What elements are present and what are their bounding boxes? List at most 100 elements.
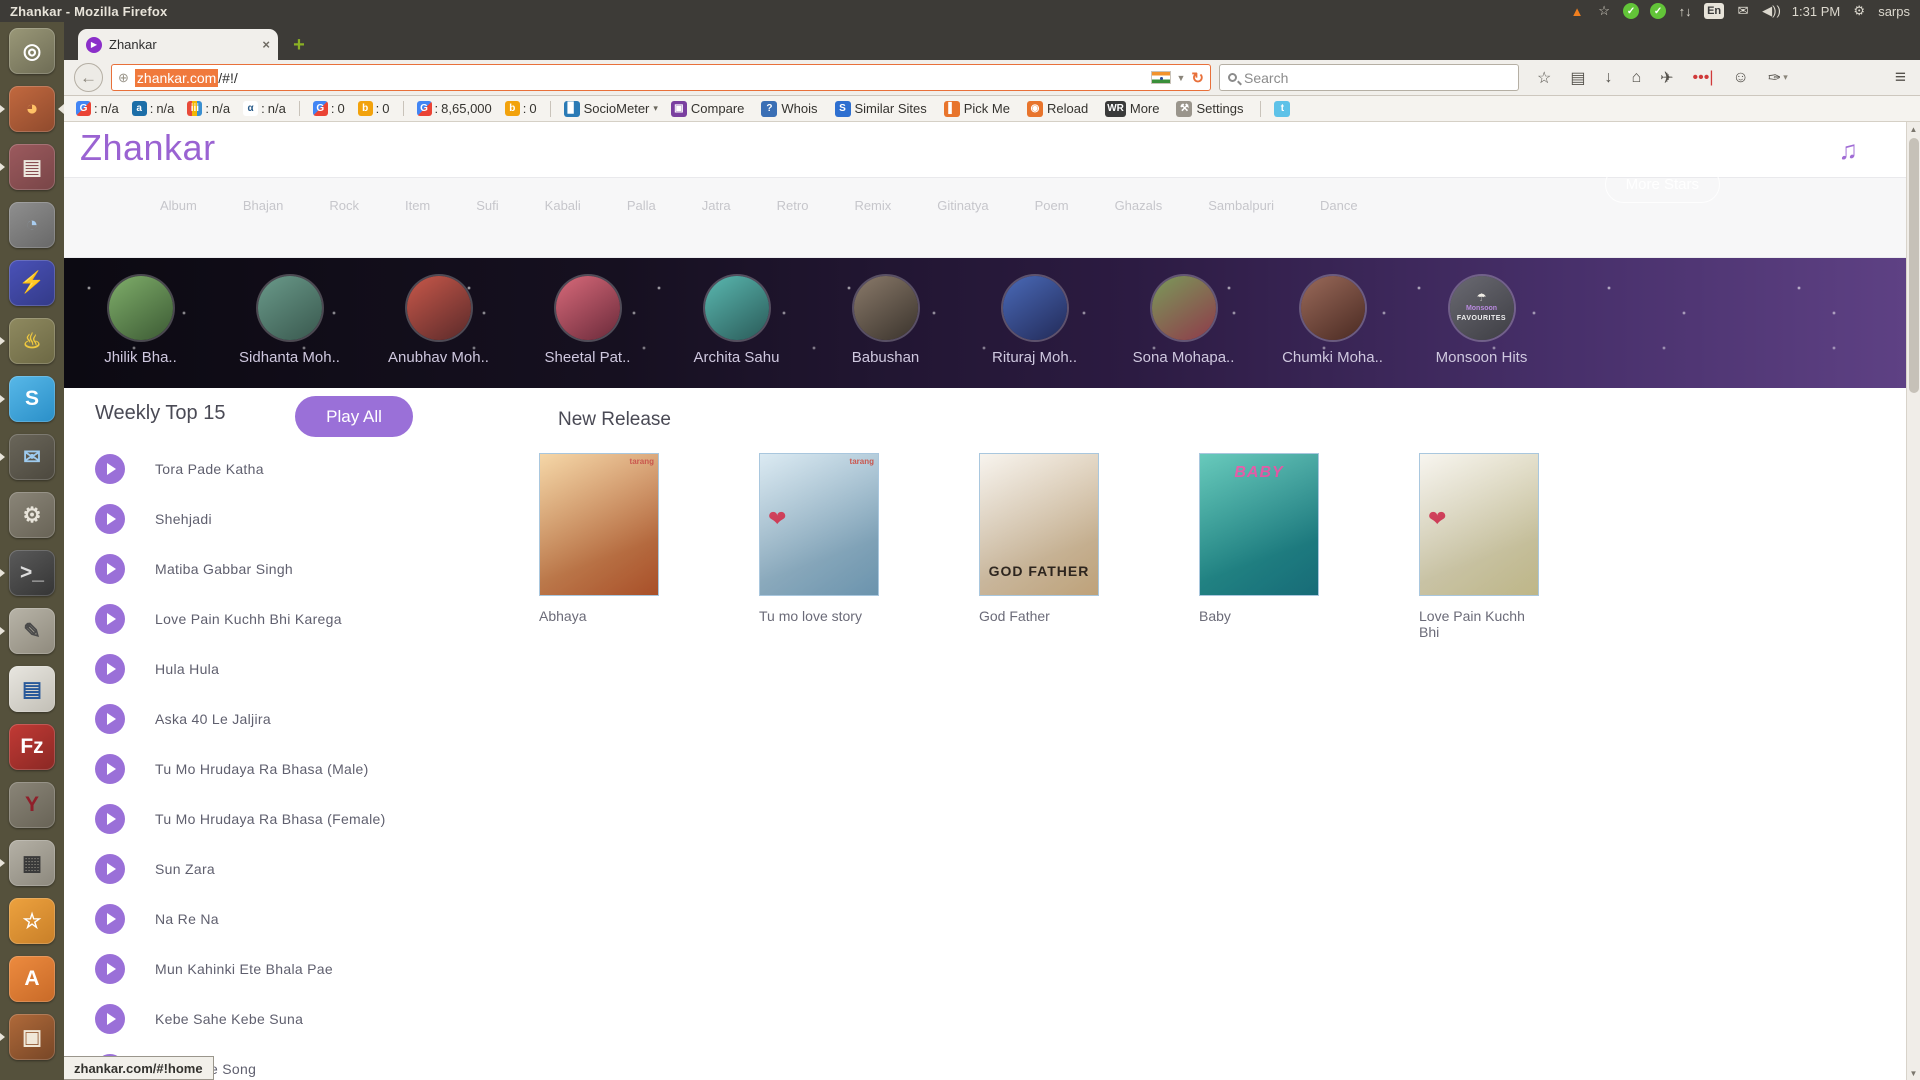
seo-toolbar-button-compare[interactable]: ▣ Compare — [670, 100, 748, 117]
nav-item[interactable]: Sufi — [476, 198, 498, 257]
tab-close-icon[interactable]: × — [262, 37, 270, 52]
song-row[interactable]: Tora Pade Katha — [95, 444, 386, 494]
india-flag-icon[interactable] — [1150, 71, 1171, 84]
launcher-item-folder-favourites[interactable]: ☆ — [0, 892, 64, 950]
seo-toolbar-button-reload[interactable]: ◉ Reload — [1026, 100, 1092, 117]
song-row[interactable]: Matiba Gabbar Singh — [95, 544, 386, 594]
nav-item[interactable]: Album — [160, 198, 197, 257]
nav-item[interactable]: Retro — [777, 198, 809, 257]
song-row[interactable]: Na Re Na — [95, 894, 386, 944]
seo-stat-bing-index[interactable]: b: 0 — [357, 101, 390, 116]
seo-stat-google-pagerank[interactable]: G: n/a — [76, 101, 119, 116]
new-tab-button[interactable]: + — [282, 33, 316, 57]
song-row[interactable]: Sun Zara — [95, 844, 386, 894]
music-note-icon[interactable]: ♫ — [1839, 135, 1859, 166]
nav-item[interactable]: Sambalpuri — [1208, 198, 1274, 257]
seo-toolbar-button-similar-sites[interactable]: S Similar Sites — [834, 100, 931, 117]
seo-toolbar-button-settings[interactable]: ⚒ Settings — [1176, 100, 1247, 117]
seo-stat-people-rank[interactable]: iii: n/a — [187, 101, 230, 116]
song-row[interactable]: Tu Mo Hrudaya Ra Bhasa (Male) — [95, 744, 386, 794]
launcher-item-firefox[interactable]: ◕ — [0, 80, 64, 138]
launcher-item-text-editor[interactable]: ✎ — [0, 602, 64, 660]
album-card[interactable]: GOD FATHER God Father — [979, 453, 1099, 640]
play-all-button[interactable]: Play All — [295, 396, 413, 437]
launcher-item-libreoffice-writer[interactable]: ▤ — [0, 660, 64, 718]
play-icon[interactable] — [95, 954, 125, 984]
toolbar-action-icon-bookmark-star[interactable]: ☆ — [1537, 68, 1553, 88]
album-card[interactable]: tarang Abhaya — [539, 453, 659, 640]
seo-toolbar-button-whois[interactable]: ? Whois — [761, 100, 821, 117]
song-row[interactable]: Mun Kahinki Ete Bhala Pae — [95, 944, 386, 994]
hamburger-menu-icon[interactable]: ≡ — [1895, 67, 1906, 89]
star-item-Rituraj Moh..[interactable]: Rituraj Moh.. — [960, 258, 1109, 388]
seo-stat-alexa-rank[interactable]: a: n/a — [131, 101, 174, 116]
more-stars-button[interactable]: More Stars — [1604, 166, 1720, 203]
clock[interactable]: 1:31 PM — [1792, 4, 1840, 19]
tray-icon-keyboard-layout[interactable]: En — [1704, 3, 1725, 19]
song-row[interactable]: Love Pain Kuchh Bhi Karega — [95, 594, 386, 644]
tray-icon-vlc[interactable]: ▲ — [1569, 3, 1585, 20]
tray-icon-status-green-2[interactable]: ✓ — [1650, 3, 1667, 19]
star-item-Chumki Moha..[interactable]: Chumki Moha.. — [1258, 258, 1407, 388]
star-item-Sheetal Pat..[interactable]: Sheetal Pat.. — [513, 258, 662, 388]
play-icon[interactable] — [95, 454, 125, 484]
launcher-item-chromium[interactable]: ◔ — [0, 196, 64, 254]
song-row[interactable]: Aska 40 Le Jaljira — [95, 694, 386, 744]
tab-zhankar[interactable]: ▶ Zhankar × — [78, 29, 278, 60]
toolbar-action-icon-extension-dots[interactable]: •••| — [1693, 69, 1716, 87]
launcher-item-teapot[interactable]: ♨ — [0, 312, 64, 370]
play-icon[interactable] — [95, 704, 125, 734]
seo-toolbar-button-pick-me[interactable]: ▌ Pick Me — [943, 100, 1014, 117]
play-icon[interactable] — [95, 604, 125, 634]
toolbar-action-icon-send-page[interactable]: ✈ — [1660, 68, 1675, 88]
star-item-Sona Mohapa..[interactable]: Sona Mohapa.. — [1109, 258, 1258, 388]
flag-dropdown-icon[interactable]: ▼ — [1177, 73, 1186, 83]
back-button[interactable]: ← — [74, 63, 103, 92]
song-row[interactable]: Shehjadi — [95, 494, 386, 544]
tray-icon-network-updown[interactable]: ↑↓ — [1677, 3, 1693, 20]
session-user[interactable]: sarps — [1878, 4, 1910, 19]
launcher-item-skype[interactable]: S — [0, 370, 64, 428]
launcher-item-thunderbird[interactable]: ✉ — [0, 428, 64, 486]
song-row[interactable]: Kebe Sahe Kebe Suna — [95, 994, 386, 1044]
site-logo[interactable]: Zhankar — [80, 127, 216, 169]
nav-item[interactable]: Item — [405, 198, 430, 257]
toolbar-action-icon-home[interactable]: ⌂ — [1631, 69, 1643, 87]
launcher-item-wine[interactable]: Y — [0, 776, 64, 834]
launcher-item-app-stack[interactable]: ▣ — [0, 1008, 64, 1066]
star-item-Archita Sahu[interactable]: Archita Sahu — [662, 258, 811, 388]
nav-item[interactable]: Bhajan — [243, 198, 283, 257]
launcher-item-file-cabinet[interactable]: ▤ — [0, 138, 64, 196]
play-icon[interactable] — [95, 904, 125, 934]
session-gear-icon[interactable]: ⚙ — [1851, 3, 1867, 20]
play-icon[interactable] — [95, 754, 125, 784]
tray-icon-folder-star[interactable]: ☆ — [1596, 3, 1612, 20]
toolbar-action-icon-feedback-smiley[interactable]: ☺ — [1733, 69, 1751, 87]
nav-item[interactable]: Ghazals — [1115, 198, 1163, 257]
launcher-item-software-center[interactable]: A — [0, 950, 64, 1008]
launcher-item-filezilla[interactable]: Fz — [0, 718, 64, 776]
album-card[interactable]: BABY Baby — [1199, 453, 1319, 640]
nav-item[interactable]: Dance — [1320, 198, 1358, 257]
nav-item[interactable]: Kabali — [545, 198, 581, 257]
launcher-item-remote-desktop[interactable]: ⚡ — [0, 254, 64, 312]
play-icon[interactable] — [95, 854, 125, 884]
launcher-item-ubuntu-dash[interactable]: ◎ — [0, 22, 64, 80]
site-identity-icon[interactable]: ⊕ — [118, 70, 129, 86]
toolbar-action-icon-pocket-save[interactable]: ✑ ▾ — [1768, 68, 1788, 88]
song-row[interactable]: Hula Hula — [95, 644, 386, 694]
tray-icon-volume[interactable]: ◀)) — [1762, 3, 1781, 20]
scrollbar-thumb[interactable] — [1908, 138, 1919, 393]
launcher-item-system-settings[interactable]: ⚙ — [0, 486, 64, 544]
seo-toolbar-button-twitter[interactable]: t — [1260, 100, 1298, 117]
seo-stat-alpha-rank[interactable]: α: n/a — [243, 101, 286, 116]
star-item-Babushan[interactable]: Babushan — [811, 258, 960, 388]
seo-stat-google-backlinks[interactable]: G: 8,65,000 — [402, 101, 492, 116]
scroll-up-icon[interactable]: ▲ — [1910, 122, 1918, 136]
play-icon[interactable] — [95, 804, 125, 834]
tray-icon-status-green-1[interactable]: ✓ — [1623, 3, 1640, 19]
nav-item[interactable]: Poem — [1035, 198, 1069, 257]
seo-stat-google-index[interactable]: G: 0 — [298, 101, 345, 116]
nav-item[interactable]: Jatra — [702, 198, 731, 257]
star-item-Sidhanta Moh..[interactable]: Sidhanta Moh.. — [215, 258, 364, 388]
